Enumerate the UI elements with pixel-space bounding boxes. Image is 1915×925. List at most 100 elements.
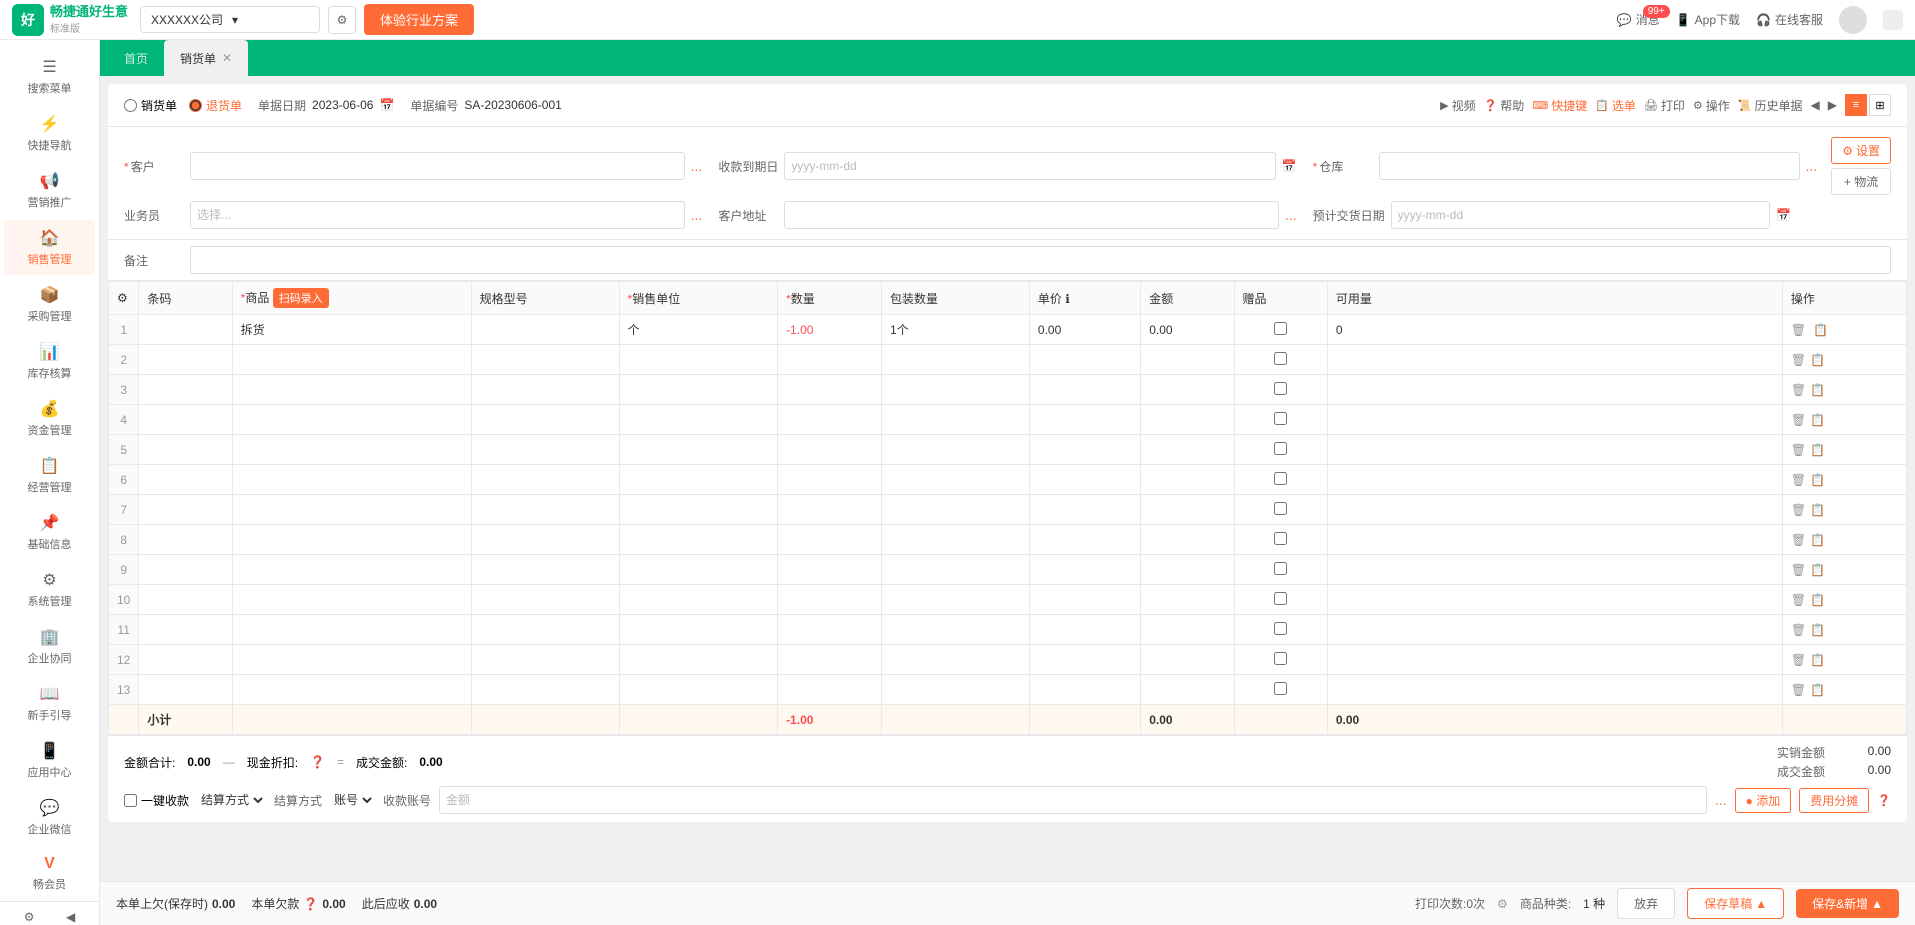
copy-icon[interactable]: 📋 (1810, 563, 1825, 577)
history-btn[interactable]: 📜 历史单据 (1738, 97, 1803, 114)
sidebar-item-quick-nav[interactable]: ⚡ 快捷导航 (4, 106, 95, 161)
radio-sales-order[interactable]: 销货单 (124, 97, 177, 114)
payment-dots[interactable]: ... (1715, 792, 1727, 808)
shortcut-btn[interactable]: ⌨ 快捷键 (1532, 97, 1587, 114)
payment-date-calendar-icon[interactable]: 📅 (1282, 159, 1297, 173)
more-icon[interactable] (1883, 10, 1903, 30)
settings-icon[interactable]: ⚙ (328, 6, 356, 34)
sidebar-item-sales[interactable]: 🏠 销售管理 (4, 220, 95, 275)
online-service-area[interactable]: 🎧 在线客服 (1756, 11, 1823, 28)
copy-icon[interactable]: 📋 (1810, 593, 1825, 607)
notes-input[interactable] (190, 246, 1891, 274)
sidebar-settings-icon[interactable]: ⚙ (24, 910, 35, 924)
delete-icon[interactable]: 🗑 (1791, 413, 1806, 427)
sidebar-collapse-icon[interactable]: ◀ (66, 910, 75, 924)
tab-home[interactable]: 首页 (108, 40, 164, 76)
settings-button[interactable]: ⚙ 设置 (1831, 137, 1891, 164)
trial-button[interactable]: 体验行业方案 (364, 4, 474, 35)
copy-icon[interactable]: 📋 (1810, 623, 1825, 637)
row-1-barcode[interactable] (139, 315, 232, 345)
row-1-pack-qty[interactable]: 1个 (882, 315, 1030, 345)
delete-icon[interactable]: 🗑 (1791, 533, 1806, 547)
sidebar-item-member[interactable]: V 畅会员 (4, 847, 95, 900)
copy-icon[interactable]: 📋 (1810, 473, 1825, 487)
company-selector[interactable]: XXXXXX公司 ▾ (140, 6, 320, 33)
expense-split-button[interactable]: 费用分摊 (1799, 788, 1869, 813)
sidebar-item-inventory[interactable]: 📊 库存核算 (4, 334, 95, 389)
view-list-icon[interactable]: ≡ (1845, 94, 1867, 116)
account-select[interactable]: 账号 (330, 792, 375, 808)
help-icon-short[interactable]: ❓ (303, 897, 318, 911)
nav-prev-icon[interactable]: ◀ (1811, 98, 1820, 112)
row-1-delete-icon[interactable]: 🗑 (1791, 323, 1806, 337)
customer-dots[interactable]: ... (691, 158, 703, 174)
sidebar-item-system[interactable]: ⚙ 系统管理 (4, 562, 95, 617)
logistics-button[interactable]: + 物流 (1831, 168, 1891, 195)
nav-next-icon[interactable]: ▶ (1828, 98, 1837, 112)
tab-close-icon[interactable]: ✕ (222, 51, 232, 65)
select-btn[interactable]: 📋 选单 (1595, 97, 1636, 114)
sidebar-item-operations[interactable]: 📋 经营管理 (4, 448, 95, 503)
date-calendar-icon[interactable]: 📅 (379, 98, 394, 112)
row-1-quantity[interactable]: -1.00 (778, 315, 882, 345)
sidebar-item-appstore[interactable]: 📱 应用中心 (4, 733, 95, 788)
save-draft-button[interactable]: 保存草稿 ▲ (1687, 888, 1784, 919)
delete-icon[interactable]: 🗑 (1791, 443, 1806, 457)
avatar[interactable] (1839, 6, 1867, 34)
row-1-gift[interactable] (1234, 315, 1327, 345)
warehouse-input[interactable]: 建材仓 (1379, 152, 1800, 180)
radio-return-order[interactable]: 退货单 (189, 97, 242, 114)
sidebar-item-wechat[interactable]: 💬 企业微信 (4, 790, 95, 845)
delete-icon[interactable]: 🗑 (1791, 653, 1806, 667)
sidebar-item-enterprise[interactable]: 🏢 企业协同 (4, 619, 95, 674)
row-1-unit[interactable]: 个 (619, 315, 778, 345)
help-question[interactable]: ❓ (310, 755, 325, 769)
expense-help-icon[interactable]: ❓ (1877, 794, 1891, 807)
customer-addr-input[interactable] (784, 201, 1279, 229)
row-1-amount[interactable]: 0.00 (1141, 315, 1234, 345)
copy-icon[interactable]: 📋 (1810, 653, 1825, 667)
sidebar-item-guide[interactable]: 📖 新手引导 (4, 676, 95, 731)
copy-icon[interactable]: 📋 (1810, 383, 1825, 397)
warehouse-dots[interactable]: ... (1806, 158, 1818, 174)
amount-input[interactable] (439, 786, 1707, 814)
scan-button[interactable]: 扫码录入 (273, 288, 329, 308)
row-1-spec[interactable] (471, 315, 619, 345)
delete-icon[interactable]: 🗑 (1791, 623, 1806, 637)
copy-icon[interactable]: 📋 (1810, 533, 1825, 547)
sidebar-item-basic[interactable]: 📌 基础信息 (4, 505, 95, 560)
customer-input[interactable] (190, 152, 685, 180)
payment-method-select[interactable]: 结算方式 (197, 792, 266, 808)
salesperson-dots[interactable]: ... (691, 207, 703, 223)
row-1-unit-price[interactable]: 0.00 (1029, 315, 1140, 345)
view-grid-icon[interactable]: ⊞ (1869, 94, 1891, 116)
one-click-payment-checkbox[interactable]: 一键收款 (124, 792, 189, 809)
add-button[interactable]: ● 添加 (1735, 788, 1792, 813)
delete-icon[interactable]: 🗑 (1791, 593, 1806, 607)
copy-icon[interactable]: 📋 (1810, 503, 1825, 517)
row-1-product[interactable]: 拆货 (232, 315, 471, 345)
delete-icon[interactable]: 🗑 (1791, 473, 1806, 487)
message-icon-area[interactable]: 💬 消息 99+ (1617, 11, 1660, 28)
help-btn[interactable]: ❓ 帮助 (1484, 97, 1525, 114)
sidebar-item-purchase[interactable]: 📦 采购管理 (4, 277, 95, 332)
delete-icon[interactable]: 🗑 (1791, 503, 1806, 517)
salesperson-input[interactable] (190, 201, 685, 229)
copy-icon[interactable]: 📋 (1810, 413, 1825, 427)
sidebar-item-search[interactable]: ☰ 搜索菜单 (4, 49, 95, 104)
delete-icon[interactable]: 🗑 (1791, 353, 1806, 367)
th-settings[interactable]: ⚙ (109, 282, 139, 315)
expected-date-calendar-icon[interactable]: 📅 (1776, 208, 1791, 222)
delete-icon[interactable]: 🗑 (1791, 563, 1806, 577)
print-settings-icon[interactable]: ⚙ (1497, 897, 1508, 911)
customer-addr-dots[interactable]: ... (1285, 207, 1297, 223)
operation-btn[interactable]: ⚙ 操作 (1693, 97, 1730, 114)
row-1-copy-icon[interactable]: 📋 (1813, 323, 1828, 337)
delete-icon[interactable]: 🗑 (1791, 383, 1806, 397)
app-download-area[interactable]: 📱 App下载 (1676, 11, 1740, 28)
tab-sales-order[interactable]: 销货单 ✕ (164, 40, 248, 76)
sidebar-item-marketing[interactable]: 📢 营销推广 (4, 163, 95, 218)
expected-date-input[interactable] (1391, 201, 1770, 229)
payment-date-input[interactable] (784, 152, 1275, 180)
delete-icon[interactable]: 🗑 (1791, 683, 1806, 697)
